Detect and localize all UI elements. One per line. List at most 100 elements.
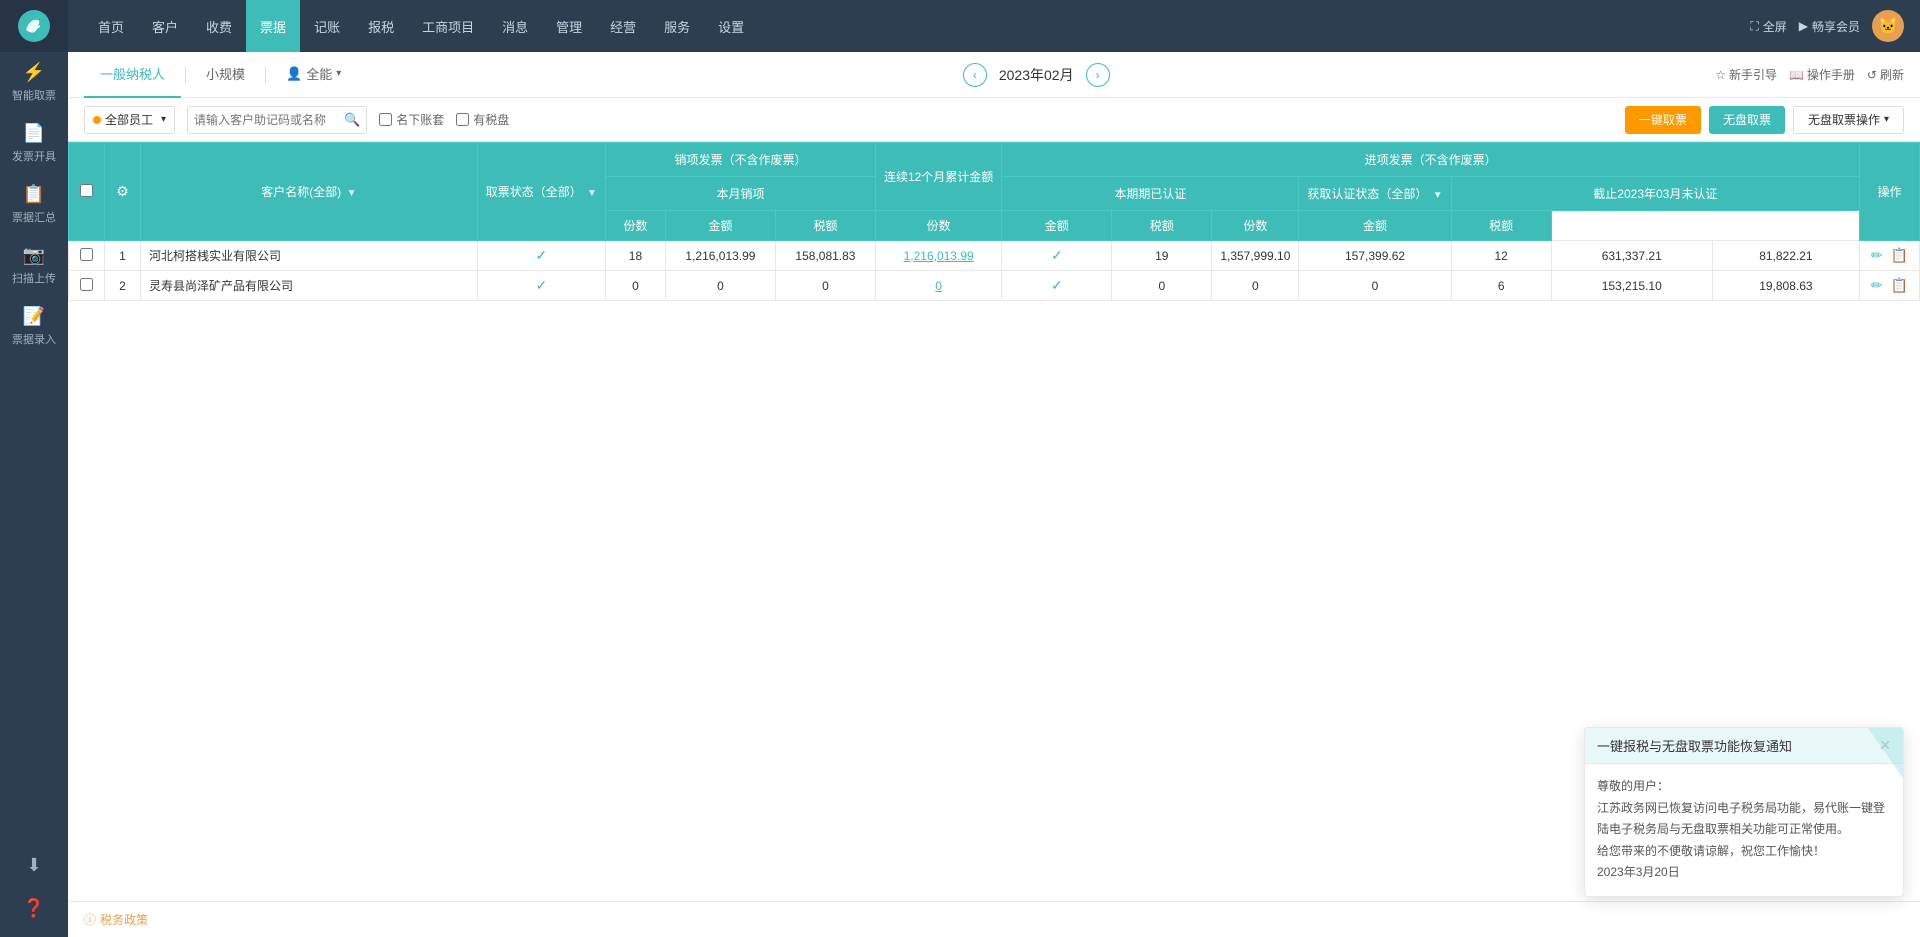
topnav-right: ⛶ 全屏 ▶ 畅享会员 🐱 [1750,10,1904,42]
nav-business[interactable]: 工商项目 [408,0,488,52]
date-next-btn[interactable]: › [1086,63,1110,87]
member-btn[interactable]: ▶ 畅享会员 [1799,18,1860,35]
row-customer: 河北柯搭桟实业有限公司 [141,241,478,271]
nav-manage[interactable]: 管理 [542,0,596,52]
nav-home[interactable]: 首页 [84,0,138,52]
refresh-btn[interactable]: ↺ 刷新 [1867,66,1904,83]
nav-settings[interactable]: 设置 [704,0,758,52]
filter-right-btns: 一键取票 无盘取票 无盘取票操作 ▾ [1625,106,1904,134]
th-cumulative: 连续12个月累计金额 [875,143,1001,211]
row-cert-amount: 1,357,999.10 [1212,241,1299,271]
th-cert-amount: 金额 [1002,211,1112,241]
table-row: 1 河北柯搭桟实业有限公司 ✓ 18 1,216,013.99 158,081.… [69,241,1920,271]
cert-filter-icon[interactable]: ▼ [1433,190,1443,201]
nav-service[interactable]: 服务 [650,0,704,52]
notification-popup: 一键报税与无盘取票功能恢复通知 ✕ 尊敬的用户：江苏政务网已恢复访问电子税务局功… [1584,727,1904,897]
row-month-tax: 158,081.83 [775,241,875,271]
sidebar-help[interactable]: ❓ [0,890,68,927]
sidebar-logo[interactable] [0,0,68,52]
manual-btn[interactable]: 📖 操作手册 [1789,66,1855,83]
row-month-count: 18 [605,241,665,271]
row-uncert-amount: 631,337.21 [1551,241,1712,271]
row-month-count: 0 [605,271,665,301]
no-disk-btn[interactable]: 无盘取票 [1709,106,1785,134]
data-entry-icon: 📝 [23,306,45,327]
nav-customer[interactable]: 客户 [138,0,192,52]
nav-operate[interactable]: 经营 [596,0,650,52]
row-checkbox[interactable] [80,278,93,291]
row-checkbox-cell[interactable] [69,241,105,271]
edit-icon[interactable]: ✏ [1871,247,1883,264]
filter-bar: 全部员工 ▾ 🔍 名下账套 有税盘 一键取票 无盘取票 无盘取票操作 ▾ [68,98,1920,142]
sidebar-item-data-entry[interactable]: 📝 票据录入 [0,296,68,357]
scan-upload-icon: 📷 [23,245,45,266]
notification-title: 一键报税与无盘取票功能恢复通知 [1597,736,1792,755]
new-guide-btn[interactable]: ☆ 新手引导 [1715,66,1777,83]
row-checkbox-cell[interactable] [69,271,105,301]
tax-policy-icon: ⓘ [84,911,96,928]
row-customer: 灵寿县尚泽矿产品有限公司 [141,271,478,301]
sidebar-item-invoice-summary[interactable]: 📋 票据汇总 [0,174,68,235]
sidebar-bottom: ⬇ ❓ [0,847,68,937]
date-display: 2023年02月 [999,65,1074,85]
all-tab-arrow: ▾ [336,68,341,79]
row-idx: 1 [105,241,141,271]
th-customer: 客户名称(全部) ▼ [141,143,478,241]
no-disk-ops-btn[interactable]: 无盘取票操作 ▾ [1793,106,1904,134]
th-cert-status: 获取认证状态（全部） ▼ [1299,177,1451,211]
customer-filter-icon[interactable]: ▼ [347,188,357,199]
settings-icon[interactable]: ⚙ [116,183,129,199]
avatar[interactable]: 🐱 [1872,10,1904,42]
check-has-disk[interactable]: 有税盘 [456,111,509,128]
member-icon: ▶ [1799,19,1808,33]
row-cert-tax: 0 [1299,271,1451,301]
sidebar-download[interactable]: ⬇ [0,847,68,884]
deduct-filter-icon[interactable]: ▼ [587,188,597,199]
nav-message[interactable]: 消息 [488,0,542,52]
fullscreen-btn[interactable]: ⛶ 全屏 [1750,18,1786,35]
search-input[interactable] [194,113,344,127]
row-month-amount: 1,216,013.99 [665,241,775,271]
row-uncert-count: 6 [1451,271,1551,301]
all-tab-icon: 👤 [286,66,302,82]
check-has-disk-input[interactable] [456,113,469,126]
sidebar-item-smart-deduct[interactable]: ⚡ 智能取票 [0,52,68,113]
edit-icon[interactable]: ✏ [1871,277,1883,294]
row-cert-tax: 157,399.62 [1299,241,1451,271]
th-settings: ⚙ [105,143,141,241]
search-icon[interactable]: 🔍 [344,112,360,128]
tab-all[interactable]: 👤 全能 ▾ [270,52,357,98]
row-cert-count: 0 [1112,271,1212,301]
nav-invoice[interactable]: 票据 [246,0,300,52]
th-month-count: 份数 [605,211,665,241]
nav-tax[interactable]: 报税 [354,0,408,52]
tab-general[interactable]: 一般纳税人 [84,52,181,98]
content: 一般纳税人 小规模 👤 全能 ▾ ‹ 2023年02月 › ☆ 新手引导 [68,52,1920,937]
tab-divider-2 [265,67,266,83]
th-subgroup3: 截止2023年03月未认证 [1451,177,1859,211]
ops-arrow-icon: ▾ [1884,114,1889,125]
th-group2: 进项发票（不含作废票） [1002,143,1860,177]
one-click-btn[interactable]: 一键取票 [1625,106,1701,134]
detail-icon[interactable]: 📋 [1891,277,1908,294]
nav-accounting[interactable]: 记账 [300,0,354,52]
row-checkbox[interactable] [80,248,93,261]
sidebar-item-invoice-open[interactable]: 📄 发票开具 [0,113,68,174]
row-cumulative: 0 [875,271,1001,301]
notification-body: 尊敬的用户：江苏政务网已恢复访问电子税务局功能，易代账一键登陆电子税务局与无盘取… [1585,764,1903,896]
tax-policy-link[interactable]: 税务政策 [100,911,148,928]
employee-select[interactable]: 全部员工 ▾ [84,106,175,134]
nav-billing[interactable]: 收费 [192,0,246,52]
date-prev-btn[interactable]: ‹ [963,63,987,87]
th-group1: 销项发票（不含作废票） [605,143,875,177]
th-cert-count: 份数 [875,211,1001,241]
detail-icon[interactable]: 📋 [1891,247,1908,264]
th-month-amount: 金额 [665,211,775,241]
tab-small[interactable]: 小规模 [190,52,261,98]
check-name-accounts[interactable]: 名下账套 [379,111,444,128]
sidebar-item-scan-upload[interactable]: 📷 扫描上传 [0,235,68,296]
smart-deduct-icon: ⚡ [23,62,45,83]
row-uncert-count: 12 [1451,241,1551,271]
check-name-accounts-input[interactable] [379,113,392,126]
select-all-checkbox[interactable] [80,184,93,197]
